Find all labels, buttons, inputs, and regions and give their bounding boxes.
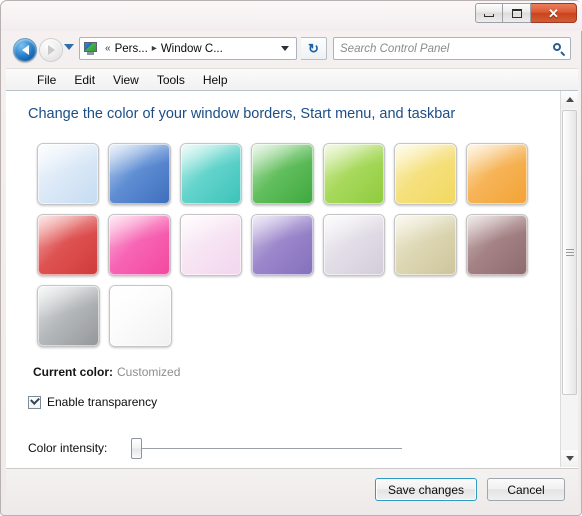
- chevron-up-icon: [565, 97, 574, 102]
- swatch-inner-border: [180, 215, 242, 275]
- menu-bar: File Edit View Tools Help: [6, 68, 578, 90]
- color-swatch-khaki[interactable]: [394, 214, 457, 276]
- color-swatch-lime[interactable]: [322, 143, 386, 205]
- maximize-icon: [511, 8, 522, 18]
- color-swatch-row: [37, 143, 537, 205]
- color-swatch-orange[interactable]: [465, 143, 528, 205]
- enable-transparency-row[interactable]: Enable transparency: [28, 394, 158, 409]
- enable-transparency-label: Enable transparency: [47, 395, 158, 409]
- menu-item-edit[interactable]: Edit: [65, 71, 104, 89]
- close-button[interactable]: ✕: [531, 3, 577, 23]
- refresh-icon: ↻: [308, 40, 319, 56]
- scroll-down-button[interactable]: [561, 450, 578, 467]
- color-swatch-row: [37, 214, 537, 276]
- color-swatch-yellow[interactable]: [394, 143, 457, 205]
- menu-item-tools[interactable]: Tools: [148, 71, 194, 89]
- control-panel-icon: [83, 41, 99, 56]
- maximize-button[interactable]: [503, 3, 531, 23]
- scrollbar-grip-icon: [565, 249, 574, 256]
- save-changes-button[interactable]: Save changes: [375, 478, 477, 501]
- color-swatch-blue[interactable]: [108, 143, 171, 205]
- current-color-row: Current color: Customized: [33, 365, 180, 379]
- swatch-inner-border: [110, 286, 171, 346]
- chevron-down-icon[interactable]: [281, 46, 289, 51]
- color-swatch-grid: [37, 143, 537, 356]
- scrollbar-thumb[interactable]: [562, 110, 577, 395]
- swatch-inner-border: [252, 215, 313, 275]
- address-bar[interactable]: « Pers... ▸ Window C...: [79, 37, 297, 60]
- content-inner: Change the color of your window borders,…: [6, 91, 559, 467]
- menu-item-file[interactable]: File: [28, 71, 65, 89]
- color-swatch-green[interactable]: [251, 143, 314, 205]
- breadcrumb-item-personalization[interactable]: Pers...: [114, 43, 149, 55]
- color-intensity-slider[interactable]: [131, 438, 142, 459]
- swatch-inner-border: [38, 286, 99, 346]
- breadcrumb-separator-icon: ▸: [151, 43, 157, 54]
- menu-item-view[interactable]: View: [104, 71, 148, 89]
- minimize-button[interactable]: [475, 3, 503, 23]
- color-swatch-graphite[interactable]: [37, 285, 100, 347]
- dialog-footer: Save changes Cancel: [6, 468, 578, 510]
- arrow-right-icon: [47, 45, 55, 55]
- color-swatch-white[interactable]: [109, 285, 172, 347]
- color-swatch-pink[interactable]: [108, 214, 171, 276]
- breadcrumb-overflow[interactable]: «: [102, 43, 114, 54]
- swatch-inner-border: [466, 215, 527, 275]
- swatch-inner-border: [323, 144, 385, 204]
- color-intensity-label: Color intensity:: [28, 441, 108, 455]
- color-swatch-violet[interactable]: [251, 214, 314, 276]
- swatch-inner-border: [109, 144, 170, 204]
- color-swatch-red[interactable]: [37, 214, 100, 276]
- navigation-bar: « Pers... ▸ Window C... ↻ Search Control…: [1, 31, 582, 67]
- close-icon: ✕: [548, 5, 559, 21]
- swatch-inner-border: [395, 215, 456, 275]
- cancel-button[interactable]: Cancel: [487, 478, 565, 501]
- swatch-inner-border: [466, 144, 527, 204]
- color-swatch-teal[interactable]: [179, 143, 243, 205]
- color-swatch-mauve[interactable]: [465, 214, 528, 276]
- color-swatch-rose[interactable]: [179, 214, 243, 276]
- arrow-left-icon: [21, 45, 29, 55]
- search-input[interactable]: Search Control Panel: [333, 37, 571, 60]
- recent-pages-dropdown-icon[interactable]: [64, 44, 74, 50]
- control-panel-window: ✕ « Pers... ▸ Window C... ↻ Search Contr…: [0, 0, 582, 516]
- swatch-inner-border: [38, 215, 99, 275]
- current-color-value: Customized: [117, 365, 181, 379]
- swatch-inner-border: [395, 144, 456, 204]
- color-intensity-track[interactable]: [136, 448, 402, 449]
- window-controls: ✕: [475, 3, 577, 24]
- chevron-down-icon: [565, 456, 574, 461]
- checkmark-icon: [30, 394, 40, 405]
- minimize-icon: [484, 14, 494, 17]
- color-intensity-row: Color intensity:: [28, 436, 528, 460]
- search-placeholder: Search Control Panel: [340, 42, 450, 55]
- swatch-inner-border: [180, 144, 242, 204]
- title-bar: ✕: [1, 1, 582, 31]
- scroll-up-button[interactable]: [561, 91, 578, 108]
- search-icon[interactable]: [552, 42, 566, 56]
- breadcrumb-item-window-color[interactable]: Window C...: [160, 43, 224, 55]
- swatch-inner-border: [109, 215, 170, 275]
- content-pane: Change the color of your window borders,…: [6, 90, 578, 468]
- color-swatch-lavender[interactable]: [322, 214, 386, 276]
- back-button[interactable]: [13, 38, 37, 62]
- color-swatch-row: [37, 285, 537, 347]
- refresh-button[interactable]: ↻: [301, 37, 327, 60]
- swatch-inner-border: [323, 215, 385, 275]
- menu-item-help[interactable]: Help: [194, 71, 237, 89]
- current-color-label: Current color:: [33, 365, 114, 379]
- swatch-inner-border: [252, 144, 313, 204]
- vertical-scrollbar[interactable]: [560, 91, 578, 467]
- color-swatch-sky[interactable]: [37, 143, 100, 205]
- page-title: Change the color of your window borders,…: [28, 106, 456, 122]
- enable-transparency-checkbox[interactable]: [28, 394, 41, 409]
- forward-button[interactable]: [39, 38, 63, 62]
- swatch-inner-border: [38, 144, 99, 204]
